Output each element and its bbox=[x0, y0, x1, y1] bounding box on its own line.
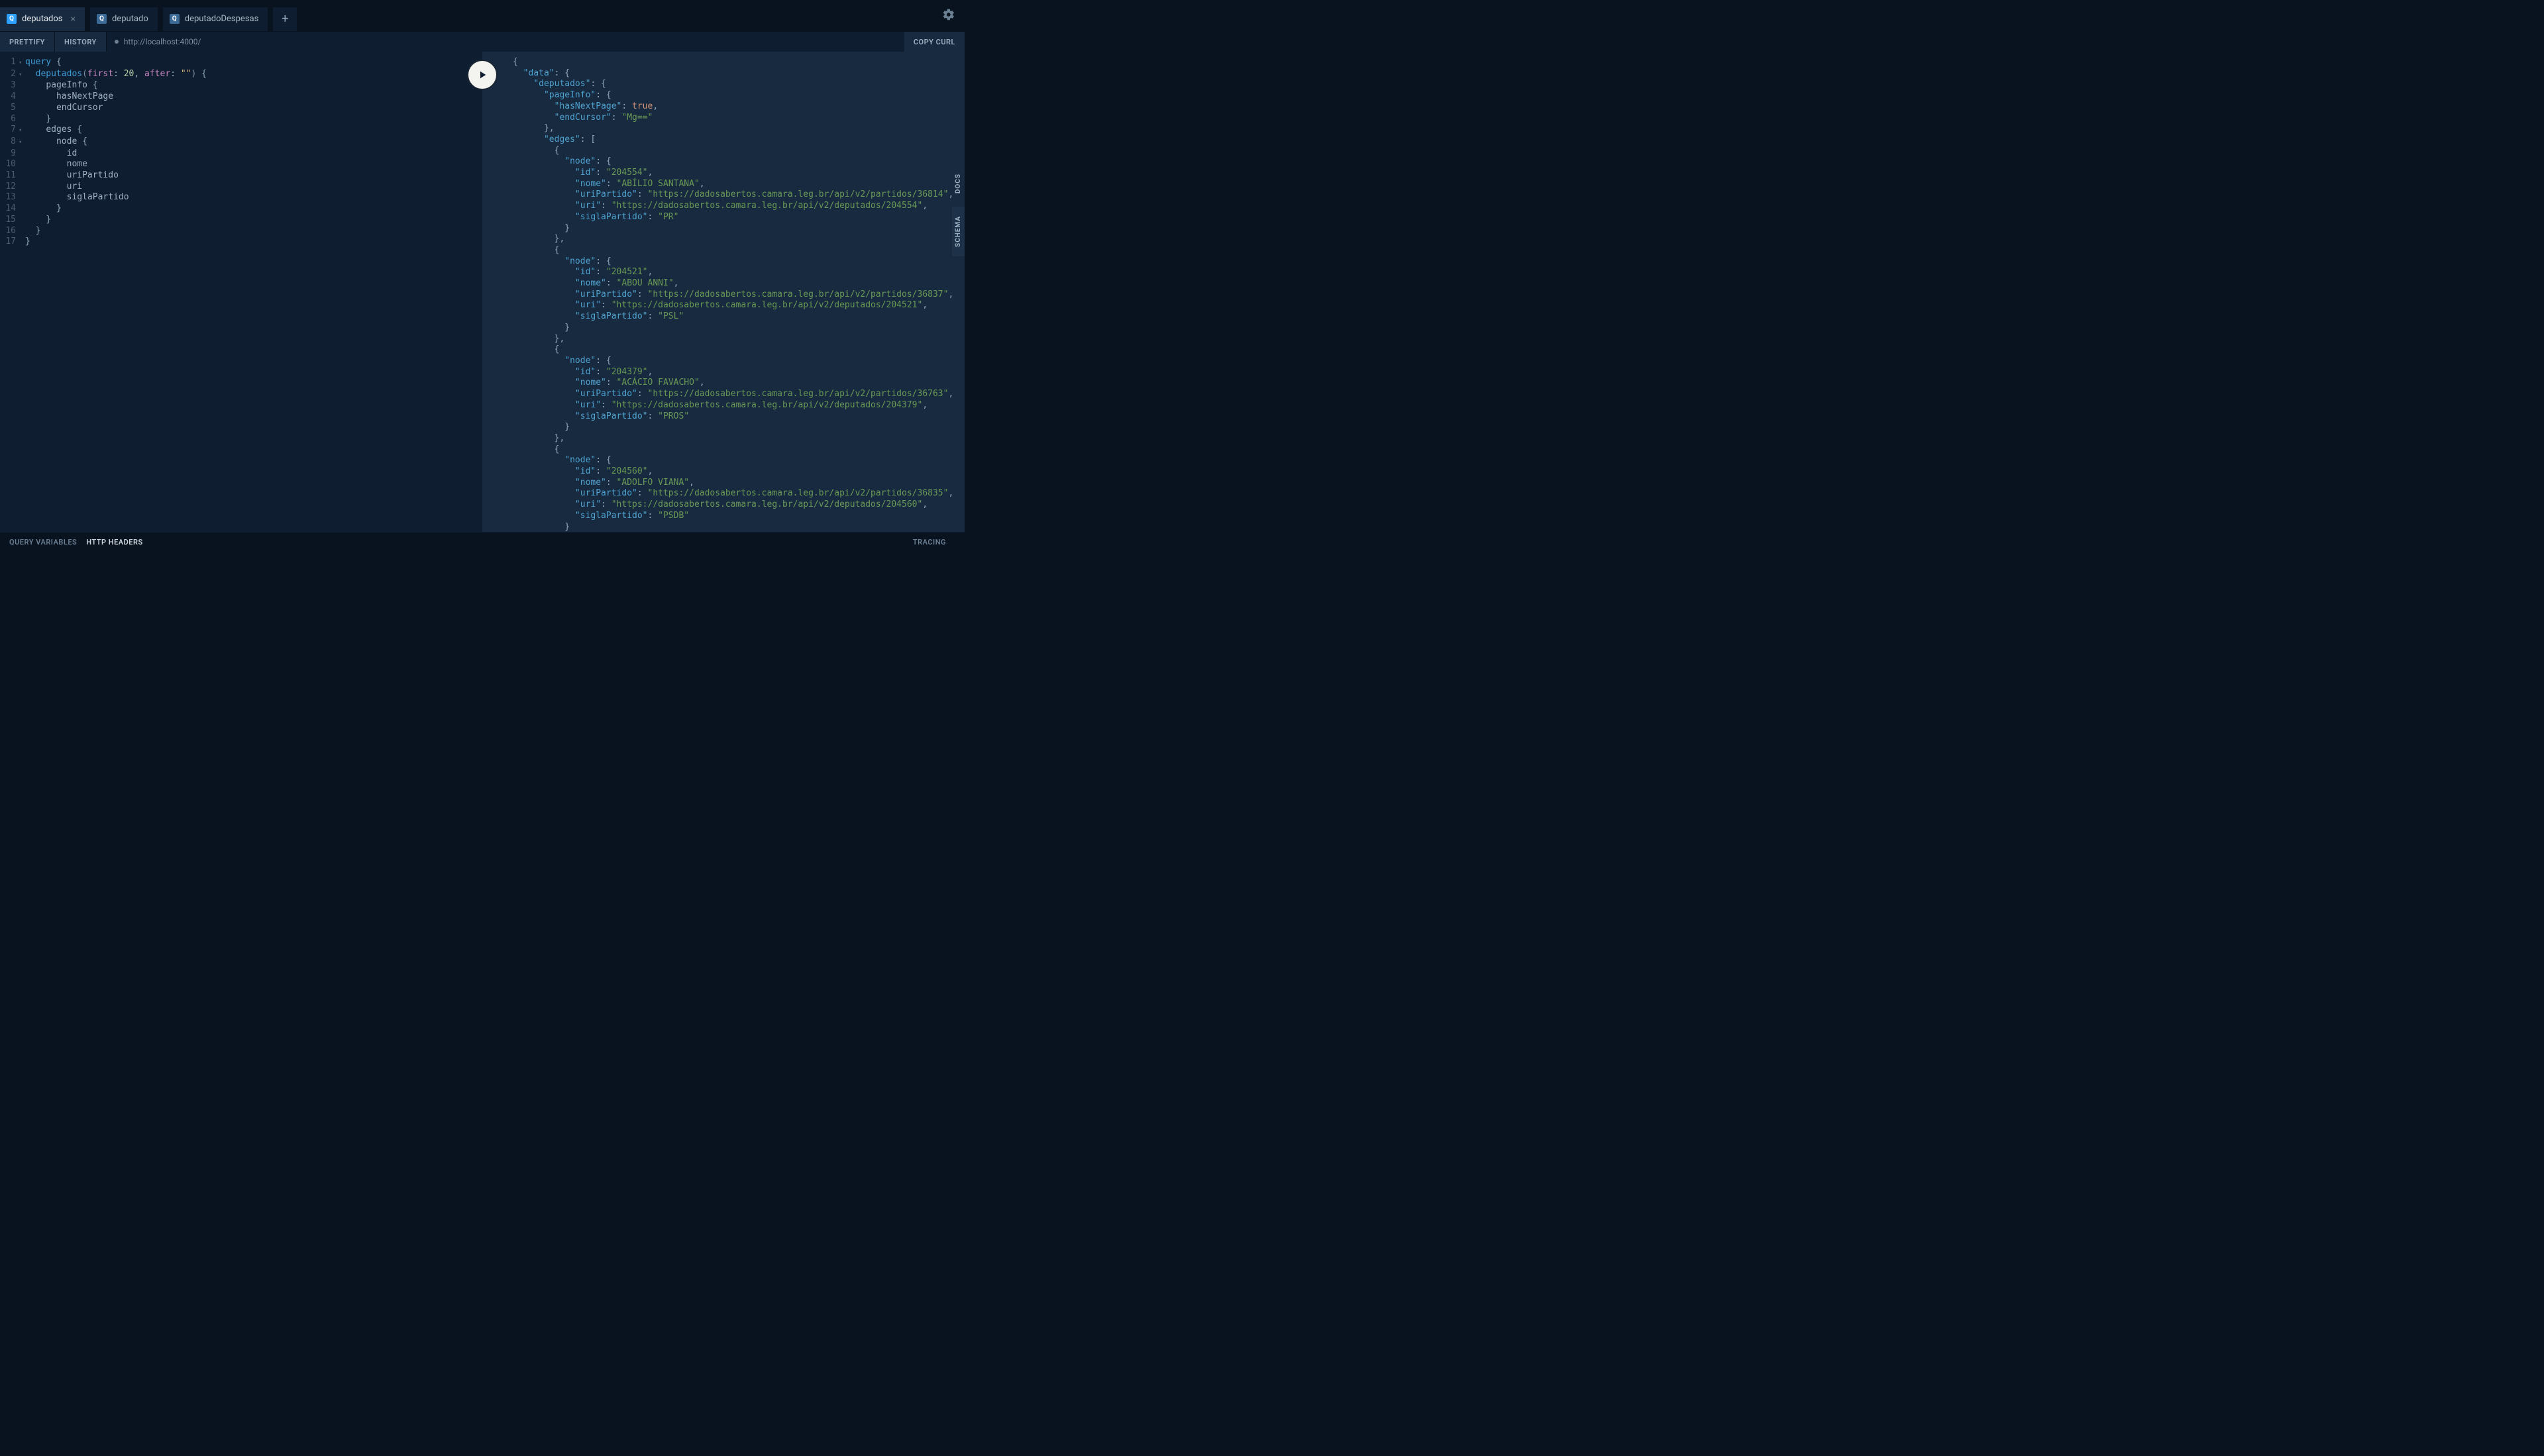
tracing-tab[interactable]: TRACING bbox=[913, 538, 946, 546]
status-dot-icon bbox=[115, 40, 119, 44]
tab-deputado[interactable]: Q deputado bbox=[90, 7, 158, 31]
footer-tabs: QUERY VARIABLES HTTP HEADERS TRACING bbox=[0, 532, 965, 552]
new-tab-button[interactable]: + bbox=[273, 7, 297, 31]
url-text: http://localhost:4000/ bbox=[124, 37, 201, 46]
tab-bar: Q deputados × Q deputado Q deputadoDespe… bbox=[0, 0, 965, 32]
schema-tab[interactable]: SCHEMA bbox=[952, 207, 965, 256]
gear-icon[interactable] bbox=[942, 8, 955, 24]
url-input[interactable]: http://localhost:4000/ bbox=[107, 32, 904, 52]
tab-label: deputadoDespesas bbox=[185, 14, 259, 24]
tab-label: deputados bbox=[22, 14, 62, 24]
tab-deputados[interactable]: Q deputados × bbox=[0, 7, 85, 31]
history-button[interactable]: HISTORY bbox=[55, 32, 107, 52]
tab-label: deputado bbox=[112, 14, 148, 24]
toolbar: PRETTIFY HISTORY http://localhost:4000/ … bbox=[0, 32, 965, 52]
query-icon: Q bbox=[170, 14, 180, 24]
query-editor[interactable]: 1query { 2 deputados(first: 20, after: "… bbox=[0, 52, 482, 532]
http-headers-tab[interactable]: HTTP HEADERS bbox=[86, 538, 142, 546]
query-icon: Q bbox=[7, 14, 17, 24]
query-icon: Q bbox=[97, 14, 107, 24]
play-button[interactable] bbox=[467, 60, 498, 90]
docs-tab[interactable]: DOCS bbox=[952, 164, 965, 203]
copy-curl-button[interactable]: COPY CURL bbox=[904, 32, 965, 52]
tab-deputadoDespesas[interactable]: Q deputadoDespesas bbox=[163, 7, 268, 31]
prettify-button[interactable]: PRETTIFY bbox=[0, 32, 55, 52]
side-dock: DOCS SCHEMA bbox=[952, 164, 965, 256]
main-area: 1query { 2 deputados(first: 20, after: "… bbox=[0, 52, 965, 532]
response-viewer[interactable]: { "data": { "deputados": { "pageInfo": {… bbox=[482, 52, 965, 532]
close-icon[interactable]: × bbox=[70, 15, 75, 24]
query-variables-tab[interactable]: QUERY VARIABLES bbox=[9, 538, 77, 546]
